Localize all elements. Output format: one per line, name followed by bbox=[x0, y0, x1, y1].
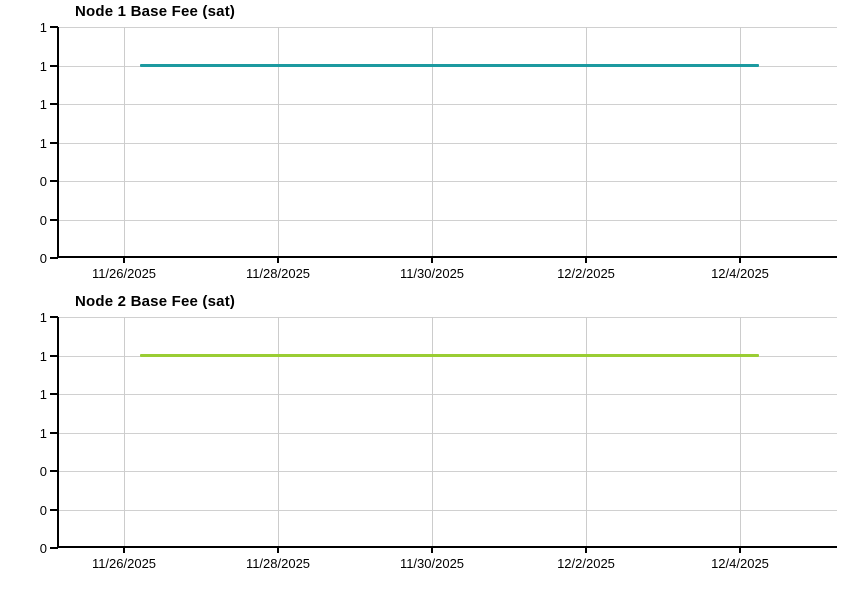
x-gridline bbox=[432, 317, 433, 546]
chart-node-1-base-fee: Node 1 Base Fee (sat) 111100011/26/20251… bbox=[0, 0, 860, 290]
y-tick-label: 1 bbox=[23, 60, 47, 73]
x-gridline bbox=[278, 27, 279, 256]
x-gridline bbox=[740, 27, 741, 256]
x-tick-mark bbox=[277, 256, 279, 263]
x-gridline bbox=[124, 27, 125, 256]
y-tick-mark bbox=[50, 432, 58, 434]
x-tick-label: 12/2/2025 bbox=[541, 266, 631, 281]
y-gridline bbox=[59, 433, 837, 434]
y-gridline bbox=[59, 181, 837, 182]
series-line-node-2-base-fee bbox=[140, 354, 759, 357]
y-tick-mark bbox=[50, 65, 58, 67]
y-tick-mark bbox=[50, 470, 58, 472]
x-tick-label: 11/30/2025 bbox=[387, 556, 477, 571]
dual-chart-page: { "page": { "background_color": "#ffffff… bbox=[0, 0, 860, 600]
y-tick-mark bbox=[50, 393, 58, 395]
y-tick-label: 1 bbox=[23, 137, 47, 150]
y-tick-label: 0 bbox=[23, 252, 47, 265]
y-tick-mark bbox=[50, 26, 58, 28]
y-gridline bbox=[59, 317, 837, 318]
y-tick-label: 0 bbox=[23, 214, 47, 227]
x-gridline bbox=[278, 317, 279, 546]
y-tick-label: 1 bbox=[23, 311, 47, 324]
chart-node-2-base-fee: Node 2 Base Fee (sat) 111100011/26/20251… bbox=[0, 290, 860, 580]
y-gridline bbox=[59, 394, 837, 395]
x-tick-label: 12/4/2025 bbox=[695, 556, 785, 571]
x-gridline bbox=[586, 317, 587, 546]
y-tick-mark bbox=[50, 142, 58, 144]
x-tick-label: 12/2/2025 bbox=[541, 556, 631, 571]
x-gridline bbox=[124, 317, 125, 546]
y-tick-label: 0 bbox=[23, 465, 47, 478]
y-gridline bbox=[59, 510, 837, 511]
x-gridline bbox=[740, 317, 741, 546]
y-tick-label: 0 bbox=[23, 542, 47, 555]
y-tick-label: 1 bbox=[23, 388, 47, 401]
chart-title: Node 1 Base Fee (sat) bbox=[75, 3, 235, 20]
x-tick-mark bbox=[431, 546, 433, 553]
y-tick-mark bbox=[50, 103, 58, 105]
y-tick-mark bbox=[50, 219, 58, 221]
y-tick-label: 1 bbox=[23, 350, 47, 363]
y-tick-mark bbox=[50, 355, 58, 357]
x-gridline bbox=[432, 27, 433, 256]
y-gridline bbox=[59, 104, 837, 105]
x-tick-label: 12/4/2025 bbox=[695, 266, 785, 281]
y-gridline bbox=[59, 27, 837, 28]
y-tick-label: 1 bbox=[23, 98, 47, 111]
x-tick-label: 11/30/2025 bbox=[387, 266, 477, 281]
x-tick-mark bbox=[431, 256, 433, 263]
x-tick-label: 11/28/2025 bbox=[233, 556, 323, 571]
y-tick-label: 1 bbox=[23, 427, 47, 440]
x-gridline bbox=[586, 27, 587, 256]
y-tick-mark bbox=[50, 316, 58, 318]
x-tick-label: 11/26/2025 bbox=[79, 556, 169, 571]
plot-area: 111100011/26/202511/28/202511/30/202512/… bbox=[57, 27, 837, 258]
x-tick-mark bbox=[123, 546, 125, 553]
x-tick-mark bbox=[585, 256, 587, 263]
x-tick-mark bbox=[277, 546, 279, 553]
y-gridline bbox=[59, 143, 837, 144]
y-tick-mark bbox=[50, 547, 58, 549]
y-tick-label: 1 bbox=[23, 21, 47, 34]
y-tick-mark bbox=[50, 180, 58, 182]
y-gridline bbox=[59, 471, 837, 472]
x-tick-label: 11/28/2025 bbox=[233, 266, 323, 281]
series-line-node-1-base-fee bbox=[140, 64, 759, 67]
x-tick-mark bbox=[739, 256, 741, 263]
x-tick-label: 11/26/2025 bbox=[79, 266, 169, 281]
plot-area: 111100011/26/202511/28/202511/30/202512/… bbox=[57, 317, 837, 548]
y-gridline bbox=[59, 220, 837, 221]
y-tick-mark bbox=[50, 509, 58, 511]
y-tick-label: 0 bbox=[23, 175, 47, 188]
y-tick-mark bbox=[50, 257, 58, 259]
x-tick-mark bbox=[739, 546, 741, 553]
y-tick-label: 0 bbox=[23, 504, 47, 517]
x-tick-mark bbox=[585, 546, 587, 553]
chart-title: Node 2 Base Fee (sat) bbox=[75, 293, 235, 310]
x-tick-mark bbox=[123, 256, 125, 263]
